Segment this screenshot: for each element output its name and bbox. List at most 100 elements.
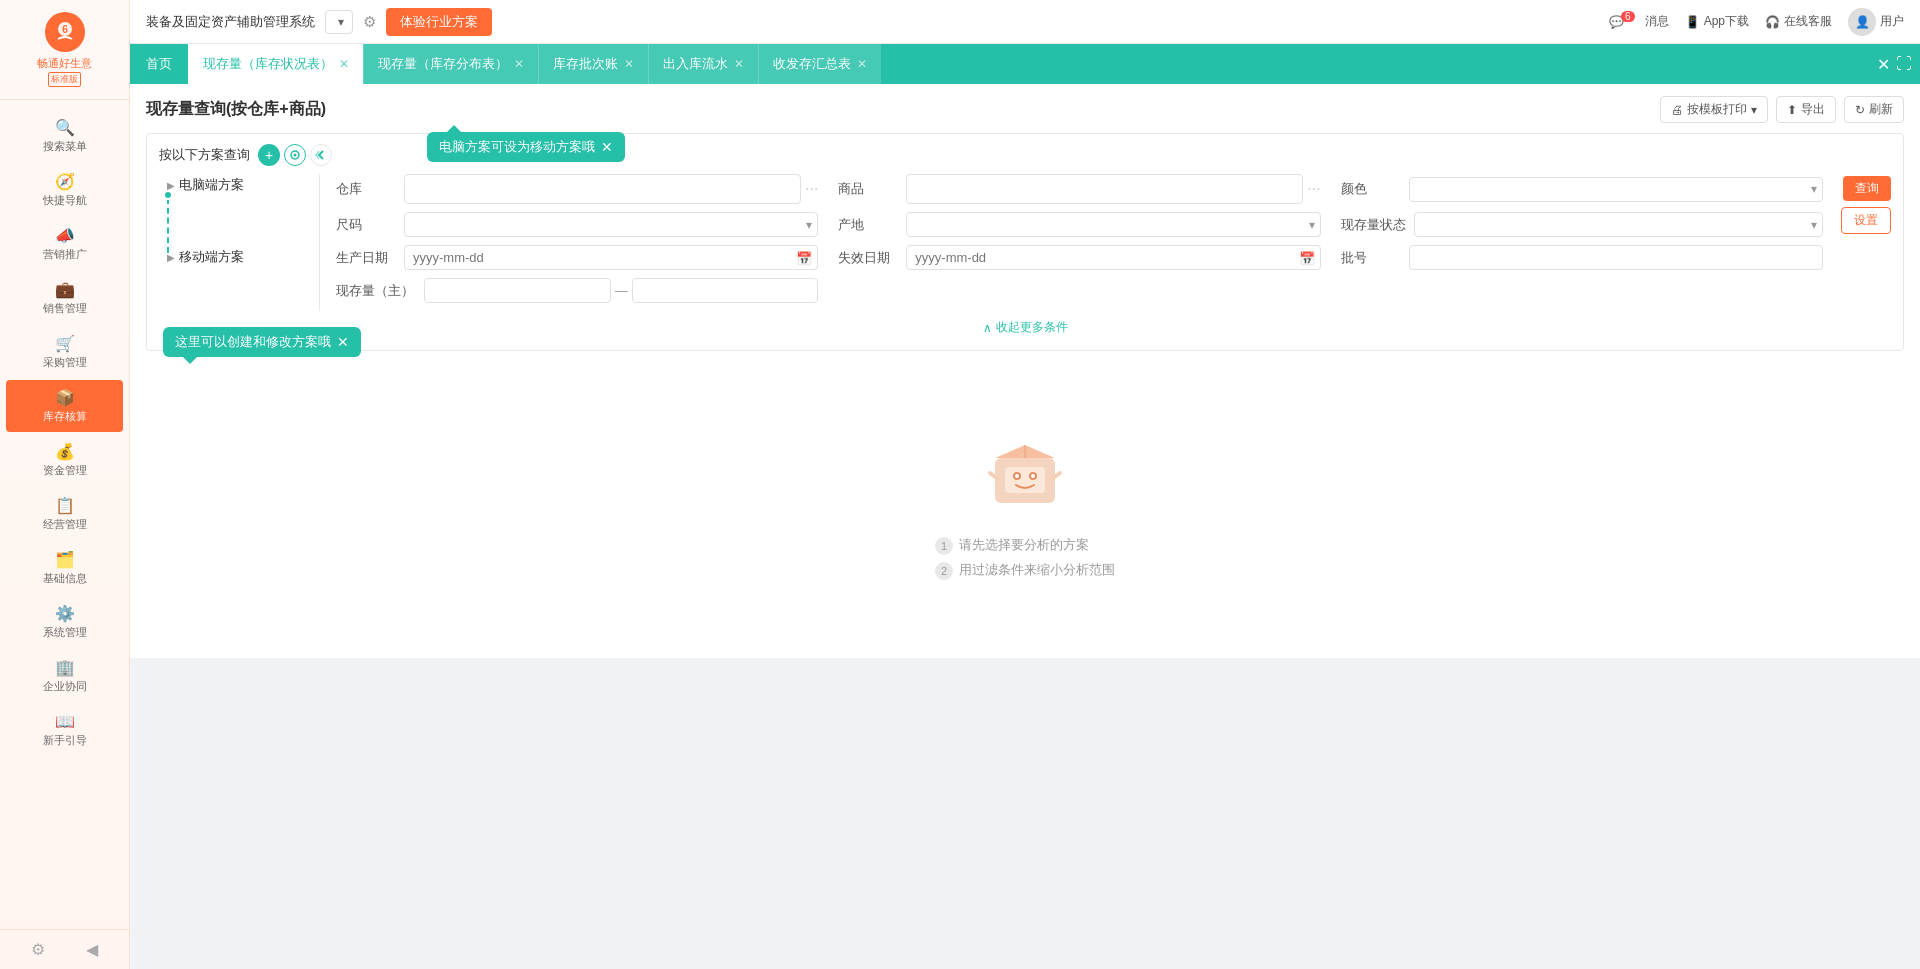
origin-select[interactable] [906, 212, 1320, 237]
expire-date-input[interactable] [906, 245, 1320, 270]
sidebar-item-quick[interactable]: 🧭 快捷导航 [6, 164, 123, 216]
sidebar-item-enterprise[interactable]: 🏢 企业协同 [6, 650, 123, 702]
header-settings-icon[interactable]: ⚙ [363, 13, 376, 31]
tab-inventory-status[interactable]: 现存量（库存状况表） ✕ [188, 44, 363, 84]
tab-close-batch[interactable]: ✕ [624, 57, 634, 71]
scheme-group-desktop-header[interactable]: ▶ 电脑端方案 [167, 174, 319, 196]
tab-flow[interactable]: 出入库流水 ✕ [648, 44, 758, 84]
collapse-sidebar-icon[interactable]: ◀ [86, 940, 98, 959]
filter-row-3: 生产日期 📅 失效日期 📅 [336, 245, 1823, 270]
scheme-connector-line [167, 198, 169, 253]
print-icon: 🖨 [1671, 103, 1683, 117]
tab-inventory-dist[interactable]: 现存量（库存分布表） ✕ [363, 44, 538, 84]
folder-icon: 🗂️ [55, 550, 75, 569]
user-action[interactable]: 👤 用户 [1848, 8, 1904, 36]
app-tag: 标准版 [48, 72, 81, 87]
svg-text:6: 6 [62, 24, 68, 35]
sidebar-item-marketing[interactable]: 📣 营销推广 [6, 218, 123, 270]
scheme-group-desktop: ▶ 电脑端方案 [167, 174, 319, 196]
header: 装备及固定资产辅助管理系统 ▾ ⚙ 体验行业方案 💬 6 消息 📱 App下载 … [130, 0, 1920, 44]
app-download-action[interactable]: 📱 App下载 [1685, 13, 1749, 30]
size-select[interactable] [404, 212, 818, 237]
produce-date-input[interactable] [404, 245, 818, 270]
tab-home[interactable]: 首页 [130, 44, 188, 84]
filter-produce-date: 生产日期 📅 [336, 245, 818, 270]
stock-qty-max[interactable] [632, 278, 819, 303]
tab-home-label: 首页 [146, 55, 172, 73]
tab-batch-account[interactable]: 库存批次账 ✕ [538, 44, 648, 84]
tab-close-inventory-status[interactable]: ✕ [339, 57, 349, 71]
filter-product: 商品 ··· [838, 174, 1320, 204]
color-select[interactable] [1409, 177, 1823, 202]
stock-qty-min[interactable] [424, 278, 611, 303]
filter-stock-status: 现存量状态 ▾ [1341, 212, 1823, 237]
product-more-icon[interactable]: ··· [1307, 180, 1320, 198]
tab-close-summary[interactable]: ✕ [857, 57, 867, 71]
cart-icon: 🛒 [55, 334, 75, 353]
tab-close-all-icon[interactable]: ✕ [1877, 55, 1890, 74]
sidebar-item-search[interactable]: 🔍 搜索菜单 [6, 110, 123, 162]
tab-summary[interactable]: 收发存汇总表 ✕ [758, 44, 881, 84]
system-selector[interactable]: ▾ [325, 10, 353, 34]
experience-btn[interactable]: 体验行业方案 [386, 8, 492, 36]
sidebar-item-system[interactable]: ⚙️ 系统管理 [6, 596, 123, 648]
sidebar-item-inventory[interactable]: 📦 库存核算 [6, 380, 123, 432]
filter-origin: 产地 ▾ [838, 212, 1320, 237]
tabbar: 首页 现存量（库存状况表） ✕ 现存量（库存分布表） ✕ 库存批次账 ✕ 出入库… [130, 44, 1920, 84]
edit-scheme-btn[interactable] [284, 144, 306, 166]
message-action[interactable]: 💬 6 消息 [1609, 13, 1669, 30]
stock-status-select[interactable] [1414, 212, 1823, 237]
sidebar-item-purchase[interactable]: 🛒 采购管理 [6, 326, 123, 378]
chevron-up-icon: ∧ [983, 321, 992, 335]
app-download-label: App下载 [1704, 13, 1749, 30]
tooltip-desktop-scheme: 电脑方案可设为移动方案哦 ✕ [427, 132, 625, 162]
filter-header: 按以下方案查询 + 电脑方案可设为移动方案哦 ✕ [159, 144, 1891, 166]
svg-point-8 [1015, 474, 1019, 478]
filter-warehouse: 仓库 ··· [336, 174, 818, 204]
scheme-group-mobile-header[interactable]: ▶ 移动端方案 [167, 246, 319, 268]
tooltip-1-close[interactable]: ✕ [601, 139, 613, 155]
page-actions: 🖨 按模板打印 ▾ ⬆ 导出 ↻ 刷新 [1660, 96, 1904, 123]
nav-list: 🔍 搜索菜单 🧭 快捷导航 📣 营销推广 💼 销售管理 🛒 采购管理 📦 库存核… [0, 100, 129, 929]
sidebar-bottom: ⚙ ◀ [0, 929, 129, 969]
clipboard-icon: 📋 [55, 496, 75, 515]
filter-batch-no: 批号 [1341, 245, 1823, 270]
settings-bottom-icon[interactable]: ⚙ [31, 940, 45, 959]
tab-close-inventory-dist[interactable]: ✕ [514, 57, 524, 71]
page-title-row: 现存量查询(按仓库+商品) 🖨 按模板打印 ▾ ⬆ 导出 ↻ 刷新 [146, 96, 1904, 123]
sidebar-label-sales: 销售管理 [43, 301, 87, 316]
sidebar-label-inventory: 库存核算 [43, 409, 87, 424]
back-scheme-btn[interactable] [310, 144, 332, 166]
header-left: 装备及固定资产辅助管理系统 ▾ ⚙ 体验行业方案 [146, 8, 492, 36]
filter-row-2: 尺码 ▾ 产地 ▾ [336, 212, 1823, 237]
empty-step-1-text: 请先选择要分析的方案 [959, 536, 1089, 554]
tab-maximize-icon[interactable]: ⛶ [1896, 55, 1912, 73]
export-btn[interactable]: ⬆ 导出 [1776, 96, 1836, 123]
sidebar-label-finance: 资金管理 [43, 463, 87, 478]
sidebar-item-basic[interactable]: 🗂️ 基础信息 [6, 542, 123, 594]
logo-area: 6 畅通好生意 标准版 [0, 0, 129, 100]
chevron-down-icon: ▾ [338, 15, 344, 29]
filter-size: 尺码 ▾ [336, 212, 818, 237]
sidebar-item-operations[interactable]: 📋 经营管理 [6, 488, 123, 540]
template-print-btn[interactable]: 🖨 按模板打印 ▾ [1660, 96, 1768, 123]
sidebar-item-sales[interactable]: 💼 销售管理 [6, 272, 123, 324]
sidebar-label-search: 搜索菜单 [43, 139, 87, 154]
tab-close-flow[interactable]: ✕ [734, 57, 744, 71]
sidebar-item-guide[interactable]: 📖 新手引导 [6, 704, 123, 756]
sidebar-item-finance[interactable]: 💰 资金管理 [6, 434, 123, 486]
warehouse-input[interactable] [404, 174, 801, 204]
collapse-filter-btn[interactable]: ∧ 收起更多条件 [159, 311, 1891, 340]
warehouse-more-icon[interactable]: ··· [805, 180, 818, 198]
add-scheme-btn[interactable]: + [258, 144, 280, 166]
query-btn[interactable]: 查询 [1843, 176, 1891, 201]
tooltip-2-close[interactable]: ✕ [337, 334, 349, 350]
scheme-mobile-label: 移动端方案 [179, 248, 244, 266]
online-service-action[interactable]: 🎧 在线客服 [1765, 13, 1832, 30]
sidebar: 6 畅通好生意 标准版 🔍 搜索菜单 🧭 快捷导航 📣 营销推广 💼 销售管理 … [0, 0, 130, 969]
product-input[interactable] [906, 174, 1303, 204]
refresh-btn[interactable]: ↻ 刷新 [1844, 96, 1904, 123]
settings-query-btn[interactable]: 设置 [1841, 207, 1891, 234]
batch-no-input[interactable] [1409, 245, 1823, 270]
money-icon: 💰 [55, 442, 75, 461]
